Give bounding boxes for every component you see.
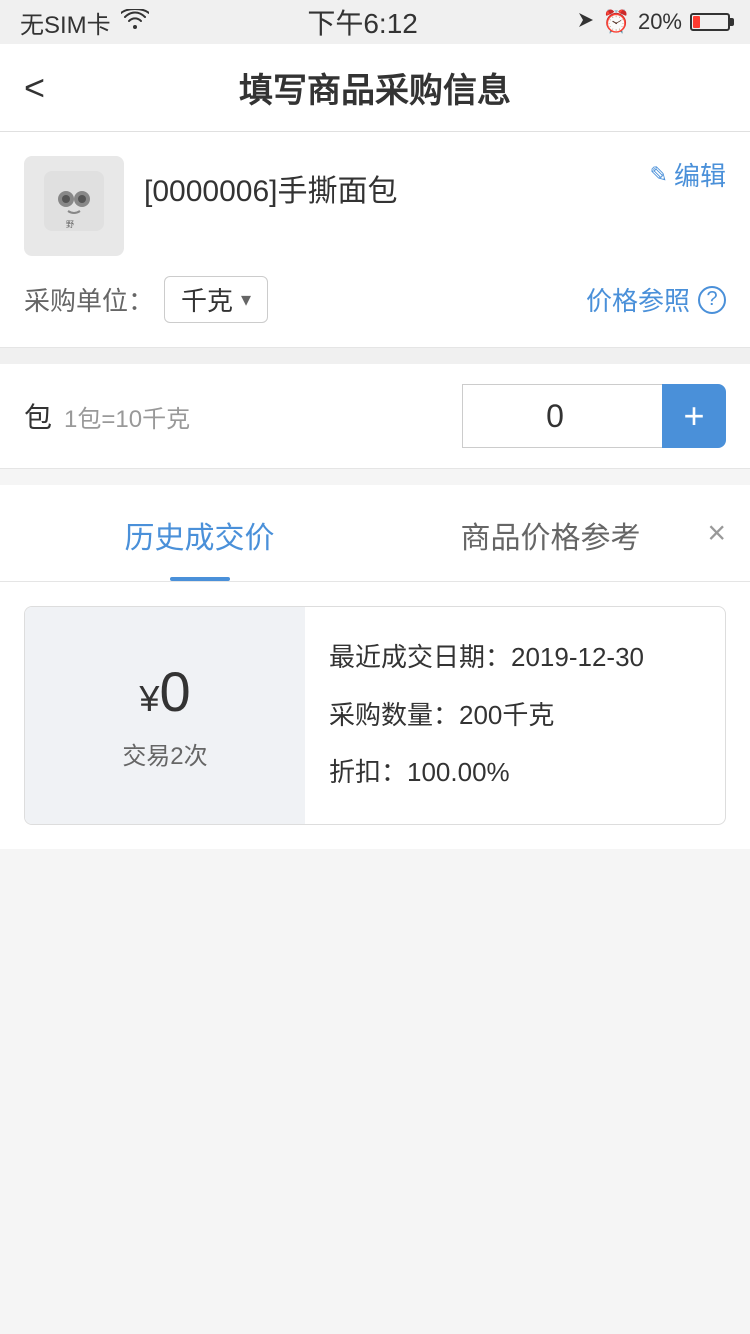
edit-label: 编辑 [674, 156, 726, 193]
recent-date-row: 最近成交日期：2019-12-30 [329, 637, 701, 679]
tab-history-price[interactable]: 历史成交价 [24, 485, 375, 581]
edit-button[interactable]: ✎ 编辑 [650, 156, 726, 193]
product-thumbnail: 野 [24, 156, 124, 256]
tabs-header: 历史成交价 商品价格参考 × [0, 485, 750, 582]
battery-percent: 20% [638, 9, 682, 35]
unit-label-text: 采购单位： [24, 281, 154, 318]
svg-text:野: 野 [66, 220, 74, 229]
history-price-content: ¥0 交易2次 最近成交日期：2019-12-30 采购数量：200千克 折扣：… [0, 582, 750, 849]
help-icon: ? [698, 286, 726, 314]
trade-count: 交易2次 [122, 736, 207, 771]
battery-icon [690, 13, 730, 31]
main-content: 历史成交价 商品价格参考 × ¥0 交易2次 最近成交日期：2019-12-30 [0, 485, 750, 1185]
status-right: ⏰ 20% [577, 9, 730, 35]
unit-select[interactable]: 千克 ▾ [164, 276, 268, 323]
package-label: 包 [24, 396, 52, 436]
quantity-controls: + [462, 384, 726, 448]
tab-product-price-ref[interactable]: 商品价格参考 [375, 485, 726, 581]
tab-product-label: 商品价格参考 [461, 522, 641, 555]
quantity-label-text: 采购数量： [329, 700, 459, 730]
recent-date-label: 最近成交日期： [329, 642, 511, 672]
signal-text: 无SIM卡 [20, 5, 111, 40]
quantity-row-detail: 采购数量：200千克 [329, 695, 701, 737]
quantity-value: 200千克 [459, 700, 554, 730]
product-bottom: 采购单位： 千克 ▾ 价格参照 ? [24, 276, 726, 323]
nav-bar: < 填写商品采购信息 [0, 44, 750, 132]
quantity-input[interactable] [462, 384, 662, 448]
discount-label: 折扣： [329, 757, 407, 787]
status-left: 无SIM卡 [20, 5, 149, 40]
price-ref-button[interactable]: 价格参照 ? [586, 281, 726, 318]
price-card-left: ¥0 交易2次 [25, 607, 305, 824]
unit-value: 千克 [181, 281, 233, 318]
status-bar: 无SIM卡 下午6:12 ⏰ 20% [0, 0, 750, 44]
conversion-note: 1包=10千克 [64, 399, 190, 434]
currency-symbol: ¥ [139, 678, 159, 719]
discount-row: 折扣：100.00% [329, 752, 701, 794]
price-card-right: 最近成交日期：2019-12-30 采购数量：200千克 折扣：100.00% [305, 607, 725, 824]
alarm-icon: ⏰ [603, 9, 630, 35]
product-card: 野 [0000006]手撕面包 ✎ 编辑 采购单位： 千克 ▾ 价格参照 ? [0, 132, 750, 348]
price-value: 0 [159, 660, 190, 723]
tab-history-label: 历史成交价 [125, 522, 275, 555]
price-ref-label: 价格参照 [586, 281, 690, 318]
wifi-icon [121, 8, 149, 36]
page-title: 填写商品采购信息 [239, 63, 511, 112]
edit-icon: ✎ [650, 162, 668, 188]
product-top: 野 [0000006]手撕面包 ✎ 编辑 [24, 156, 726, 256]
gps-icon [577, 9, 595, 35]
quantity-plus-button[interactable]: + [662, 384, 726, 448]
section-divider [0, 348, 750, 364]
discount-value: 100.00% [407, 757, 510, 787]
unit-label: 采购单位： 千克 ▾ [24, 276, 268, 323]
tabs-section: 历史成交价 商品价格参考 × ¥0 交易2次 最近成交日期：2019-12-30 [0, 485, 750, 849]
price-card: ¥0 交易2次 最近成交日期：2019-12-30 采购数量：200千克 折扣：… [24, 606, 726, 825]
unit-arrow-icon: ▾ [241, 287, 251, 312]
recent-date-value: 2019-12-30 [511, 642, 644, 672]
product-name: [0000006]手撕面包 [144, 156, 397, 210]
quantity-label: 包 1包=10千克 [24, 396, 190, 436]
status-time: 下午6:12 [307, 2, 418, 42]
tab-close-button[interactable]: × [707, 515, 726, 552]
back-button[interactable]: < [24, 67, 45, 109]
product-thumb-icon: 野 [44, 171, 104, 241]
product-info: 野 [0000006]手撕面包 [24, 156, 397, 256]
price-display: ¥0 [139, 659, 190, 724]
quantity-row: 包 1包=10千克 + [0, 364, 750, 469]
